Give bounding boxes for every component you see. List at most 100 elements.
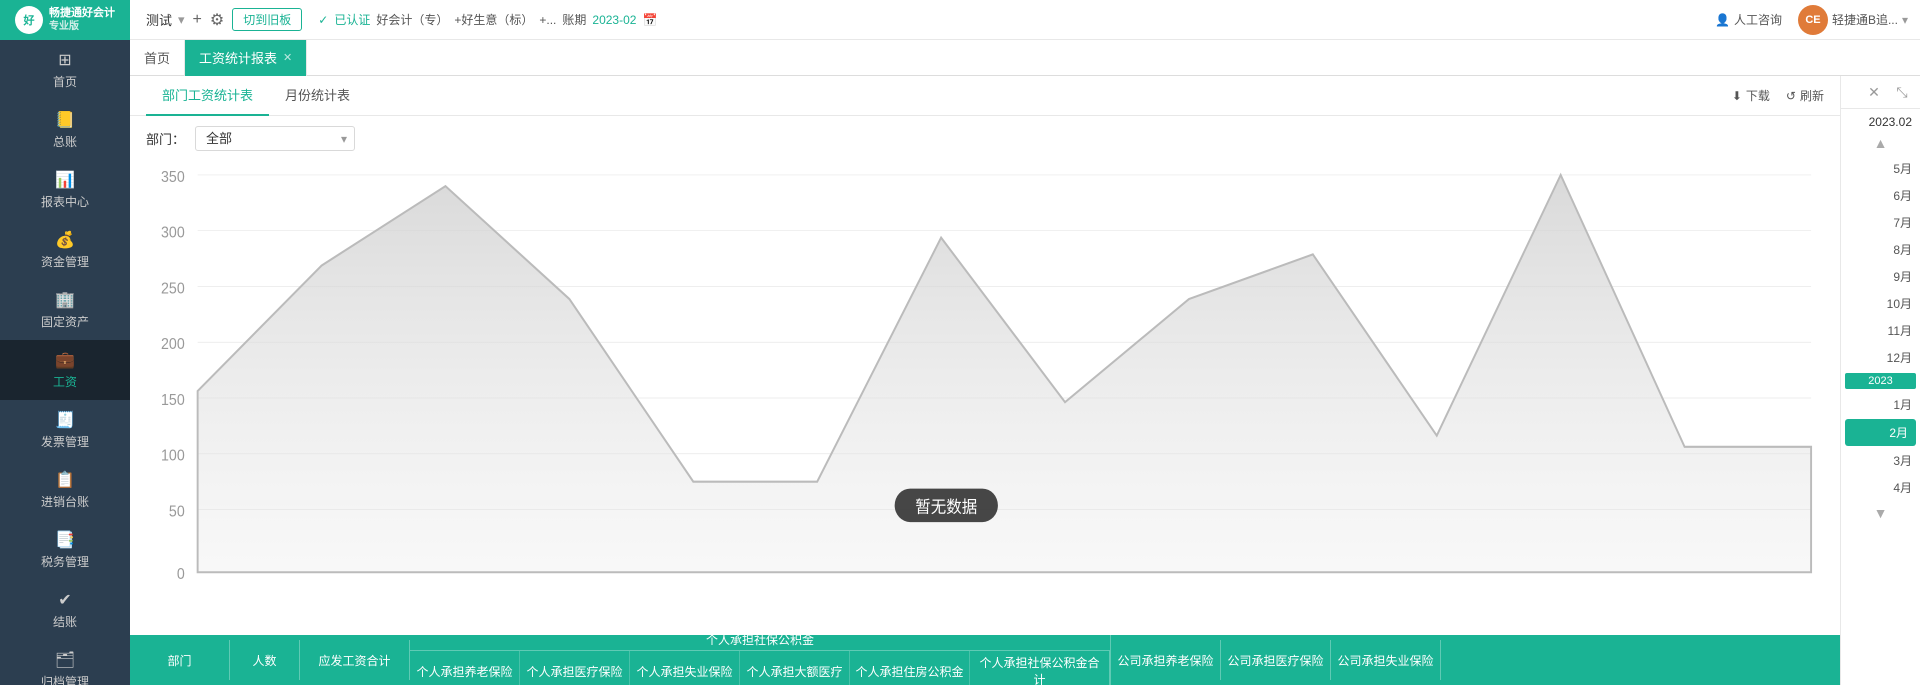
header-actions: + ⚙ 切到旧板 (193, 8, 303, 31)
sidebar-item-tax[interactable]: 📑 税务管理 (0, 520, 130, 580)
sidebar-item-funds[interactable]: 💰 资金管理 (0, 220, 130, 280)
month-3-2023[interactable]: 3月 (1841, 447, 1920, 474)
month-9[interactable]: 9月 (1841, 263, 1920, 290)
svg-text:100: 100 (161, 448, 185, 465)
col-personal-pension: 个人承担养老保险 (410, 651, 520, 685)
dept-select-wrapper[interactable]: 全部 财务部 行政部 技术部 销售部 (195, 126, 355, 151)
download-button[interactable]: ⬇ 下载 (1732, 87, 1770, 104)
consultant-button[interactable]: 👤 人工咨询 (1715, 11, 1782, 28)
month-5[interactable]: 5月 (1841, 155, 1920, 182)
svg-text:250: 250 (161, 281, 185, 298)
sidebar-item-payroll[interactable]: 💼 工资 (0, 340, 130, 400)
home-icon: ⊞ (58, 50, 71, 70)
month-4-2023[interactable]: 4月 (1841, 474, 1920, 501)
top-header: 好 畅捷通好会计 专业版 测试 ▾ + ⚙ 切到旧板 ✓ 已认证 好会计（专） … (0, 0, 1920, 40)
header-project: 测试 ▾ (146, 10, 185, 29)
switch-button[interactable]: 切到旧板 (232, 8, 302, 31)
svg-text:300: 300 (161, 225, 185, 242)
archive-icon: 🗂 (55, 650, 75, 670)
dept-select[interactable]: 全部 财务部 行政部 技术部 销售部 (195, 126, 355, 151)
month-2-2023[interactable]: 2月 (1845, 419, 1916, 446)
month-10[interactable]: 10月 (1841, 290, 1920, 317)
invoice-icon: 🧾 (55, 410, 75, 430)
nav-down-button[interactable]: ▼ (1841, 501, 1920, 525)
add-icon[interactable]: + (193, 11, 202, 29)
certified-icon: ✓ (318, 13, 328, 27)
consultant-icon: 👤 (1715, 13, 1730, 27)
panel-close-icon[interactable]: ✕ (1864, 82, 1884, 102)
content-area: 首页 工资统计报表 ✕ 部门工资统计表 月份统计表 (130, 40, 1920, 685)
nav-up-button[interactable]: ▲ (1841, 131, 1920, 155)
tax-icon: 📑 (55, 530, 75, 550)
sidebar-item-assets[interactable]: 🏢 固定资产 (0, 280, 130, 340)
col-company-pension: 公司承担养老保险 (1111, 640, 1221, 680)
month-11[interactable]: 11月 (1841, 317, 1920, 344)
col-personal-total: 个人承担社保公积金合计 (970, 651, 1110, 685)
tab-dept-stats[interactable]: 部门工资统计表 (146, 76, 269, 116)
sidebar-item-label: 归档管理 (41, 673, 89, 685)
sidebar-item-label: 总账 (53, 133, 77, 150)
sidebar-item-reports[interactable]: 📊 报表中心 (0, 160, 130, 220)
sidebar-item-label: 首页 (53, 73, 77, 90)
sidebar-item-sales[interactable]: 📋 进销台账 (0, 460, 130, 520)
header-right: 👤 人工咨询 CE 轻捷通B追... ▾ (1715, 5, 1908, 35)
month-1-2023[interactable]: 1月 (1841, 391, 1920, 418)
col-count: 人数 (230, 640, 300, 680)
refresh-button[interactable]: ↺ 刷新 (1786, 87, 1824, 104)
download-icon: ⬇ (1732, 89, 1742, 103)
col-dept: 部门 (130, 640, 230, 680)
user-menu-arrow: ▾ (1902, 13, 1908, 27)
tab-home[interactable]: 首页 (130, 40, 185, 76)
logo-icon: 好 (15, 6, 43, 34)
svg-text:150: 150 (161, 393, 185, 410)
tab-monthly-stats[interactable]: 月份统计表 (269, 76, 366, 116)
month-8[interactable]: 8月 (1841, 236, 1920, 263)
month-6[interactable]: 6月 (1841, 182, 1920, 209)
user-menu[interactable]: CE 轻捷通B追... ▾ (1798, 5, 1908, 35)
dept-filter-label: 部门： (146, 129, 185, 148)
sidebar-item-label: 报表中心 (41, 193, 89, 210)
year-2023-badge: 2023 (1845, 373, 1916, 389)
reports-icon: 📊 (55, 170, 75, 190)
month-12[interactable]: 12月 (1841, 344, 1920, 371)
sidebar-item-checkout[interactable]: ✔ 结账 (0, 580, 130, 640)
month-7[interactable]: 7月 (1841, 209, 1920, 236)
dropdown-arrow-icon[interactable]: ▾ (178, 12, 185, 28)
funds-icon: 💰 (55, 230, 75, 250)
col-personal-medical: 个人承担医疗保险 (520, 651, 630, 685)
sidebar-item-archive[interactable]: 🗂 归档管理 (0, 640, 130, 685)
settings-icon[interactable]: ⚙ (210, 10, 224, 30)
svg-text:200: 200 (161, 337, 185, 354)
sidebar-item-invoice[interactable]: 🧾 发票管理 (0, 400, 130, 460)
col-company-unemployment: 公司承担失业保险 (1331, 640, 1441, 680)
col-personal-unemployment: 个人承担失业保险 (630, 651, 740, 685)
assets-icon: 🏢 (55, 290, 75, 310)
main-layout: ⊞ 首页 📒 总账 📊 报表中心 💰 资金管理 🏢 固定资产 💼 工资 🧾 发票… (0, 40, 1920, 685)
user-avatar: CE (1798, 5, 1828, 35)
sub-tab-actions: ⬇ 下载 ↺ 刷新 (1732, 87, 1824, 104)
tab-bar: 首页 工资统计报表 ✕ (130, 40, 1920, 76)
chart-svg: 350 300 250 200 150 100 50 0 (146, 161, 1824, 635)
sidebar-item-home[interactable]: ⊞ 首页 (0, 40, 130, 100)
svg-text:50: 50 (169, 504, 185, 521)
right-panel-controls: ✕ ⤡ (1841, 76, 1920, 109)
svg-text:0: 0 (177, 567, 185, 584)
sidebar-item-label: 工资 (53, 373, 77, 390)
sidebar-item-label: 固定资产 (41, 313, 89, 330)
sidebar-item-label: 资金管理 (41, 253, 89, 270)
logo-text: 畅捷通好会计 专业版 (49, 6, 115, 33)
panel-resize-icon[interactable]: ⤡ (1892, 82, 1912, 102)
ledger-icon: 📒 (55, 110, 75, 130)
col-personal-large-medical: 个人承担大额医疗 (740, 651, 850, 685)
col-company-medical: 公司承担医疗保险 (1221, 640, 1331, 680)
sidebar-item-label: 结账 (53, 613, 77, 630)
main-content: 部门工资统计表 月份统计表 ⬇ 下载 ↺ 刷新 (130, 76, 1840, 685)
table-footer-header: 部门 人数 应发工资合计 个人承担社保公积金 个人承担养老保险 (130, 635, 1840, 685)
sidebar-item-ledger[interactable]: 📒 总账 (0, 100, 130, 160)
tab-close-icon[interactable]: ✕ (283, 51, 292, 64)
right-panel: ✕ ⤡ 2023.02 ▲ 5月 6月 7月 8月 9月 10月 11月 12月… (1840, 76, 1920, 685)
header-status: ✓ 已认证 好会计（专） +好生意（标） +... 账期 2023-02 📅 (318, 11, 657, 28)
tab-payroll-stats[interactable]: 工资统计报表 ✕ (185, 40, 307, 76)
calendar-icon[interactable]: 📅 (642, 13, 657, 27)
col-total-salary: 应发工资合计 (300, 640, 410, 680)
